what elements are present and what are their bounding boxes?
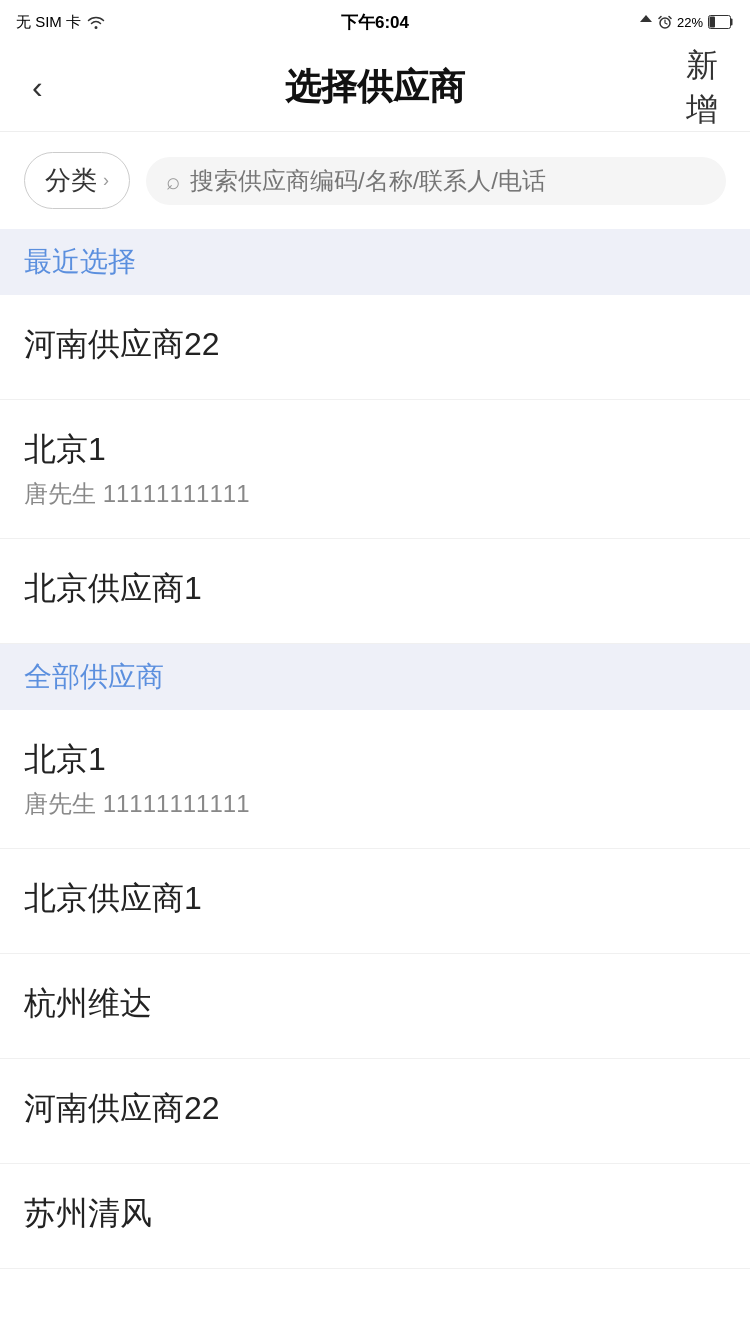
sim-label: 无 SIM 卡 [16, 13, 81, 32]
item-name: 北京供应商1 [24, 877, 726, 921]
wifi-icon [87, 15, 105, 29]
all-items-list: 北京1 唐先生 11111111111 北京供应商1 杭州维达河南供应商22 苏州清风 [0, 710, 750, 1269]
category-label: 分类 [45, 163, 97, 198]
list-item[interactable]: 北京1 唐先生 11111111111 [0, 400, 750, 539]
item-name: 北京供应商1 [24, 567, 726, 611]
item-name: 河南供应商22 [24, 323, 726, 367]
add-button[interactable]: 新增 [658, 44, 718, 132]
status-left: 无 SIM 卡 [16, 13, 105, 32]
category-button[interactable]: 分类 › [24, 152, 130, 209]
list-item[interactable]: 河南供应商22 [0, 295, 750, 400]
filter-bar: 分类 › ⌕ [0, 132, 750, 229]
list-item[interactable]: 北京供应商1 [0, 539, 750, 644]
status-right: 22% [639, 15, 734, 30]
item-name: 杭州维达 [24, 982, 726, 1026]
recent-section-header: 最近选择 [0, 229, 750, 295]
item-name: 北京1 [24, 428, 726, 472]
nav-bar: ‹ 选择供应商 新增 [0, 44, 750, 132]
search-input[interactable] [190, 167, 706, 195]
chevron-right-icon: › [103, 170, 109, 191]
alarm-icon [658, 15, 672, 29]
list-item[interactable]: 杭州维达 [0, 954, 750, 1059]
search-box[interactable]: ⌕ [146, 157, 726, 205]
battery-label: 22% [677, 15, 703, 30]
list-item[interactable]: 北京1 唐先生 11111111111 [0, 710, 750, 849]
list-item[interactable]: 苏州清风 [0, 1164, 750, 1269]
item-name: 苏州清风 [24, 1192, 726, 1236]
battery-icon [708, 15, 734, 29]
recent-items-list: 河南供应商22 北京1 唐先生 11111111111 北京供应商1 [0, 295, 750, 644]
svg-rect-2 [710, 17, 716, 28]
status-bar: 无 SIM 卡 下午6:04 22% [0, 0, 750, 44]
item-name: 北京1 [24, 738, 726, 782]
search-icon: ⌕ [166, 167, 180, 195]
location-icon [639, 15, 653, 29]
item-name: 河南供应商22 [24, 1087, 726, 1131]
list-item[interactable]: 北京供应商1 [0, 849, 750, 954]
item-sub: 唐先生 11111111111 [24, 478, 726, 510]
item-sub: 唐先生 11111111111 [24, 788, 726, 820]
all-section-header: 全部供应商 [0, 644, 750, 710]
back-button[interactable]: ‹ [32, 69, 92, 106]
page-title: 选择供应商 [92, 63, 658, 112]
list-item[interactable]: 河南供应商22 [0, 1059, 750, 1164]
status-time: 下午6:04 [341, 11, 409, 34]
